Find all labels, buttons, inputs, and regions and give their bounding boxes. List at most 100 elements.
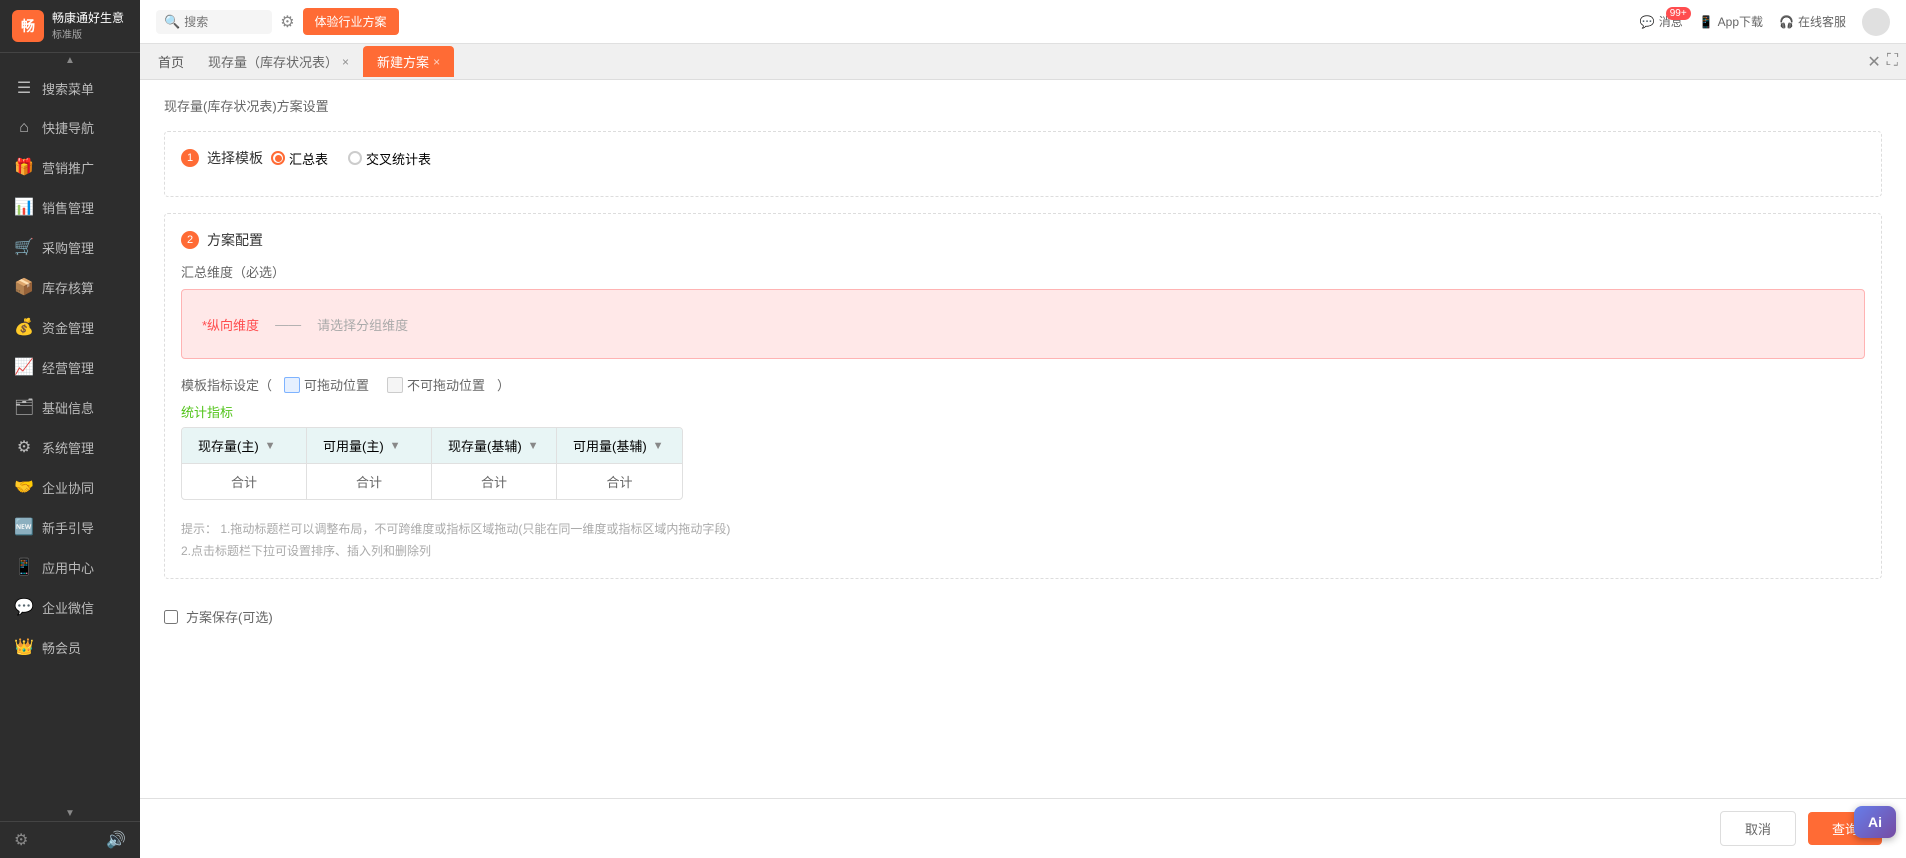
apps-icon: 📱 xyxy=(14,557,34,577)
stats-col-2[interactable]: 现存量(基辅) ▼ xyxy=(432,428,557,463)
sidebar-item-inventory[interactable]: 📦 库存核算 xyxy=(0,267,140,307)
tabbar-actions: ✕ ⛶ xyxy=(1867,52,1898,72)
tab-new-scheme-close-icon[interactable]: × xyxy=(433,55,440,69)
chevron-down-icon-0[interactable]: ▼ xyxy=(265,440,276,452)
tab-home[interactable]: 首页 xyxy=(148,46,194,77)
tab-inventory-close-icon[interactable]: × xyxy=(342,55,349,69)
gear-icon[interactable]: ⚙ xyxy=(280,12,294,32)
indicator-fixed-label: 不可拖动位置 xyxy=(407,375,485,394)
settings-icon[interactable]: ⚙ xyxy=(14,830,28,850)
online-service-area[interactable]: 🎧 在线客服 xyxy=(1779,13,1846,30)
tab-inventory-status[interactable]: 现存量（库存状况表） × xyxy=(194,46,363,77)
tab-maximize-icon[interactable]: ⛶ xyxy=(1887,52,1898,72)
service-icon: 🎧 xyxy=(1779,15,1794,29)
finance-icon: 💰 xyxy=(14,317,34,337)
dimension-placeholder: 请选择分组维度 xyxy=(317,315,408,334)
chevron-down-icon-2[interactable]: ▼ xyxy=(528,440,539,452)
tip-line-1: 2.点击标题栏下拉可设置排序、插入列和删除列 xyxy=(181,541,1865,563)
sidebar-item-marketing[interactable]: 🎁 营销推广 xyxy=(0,147,140,187)
radio-summary[interactable]: 汇总表 xyxy=(271,149,328,168)
sales-icon: 📊 xyxy=(14,197,34,217)
sidebar-nav: ☰ 搜索菜单 ⌂ 快捷导航 🎁 营销推广 📊 销售管理 🛒 采购管理 📦 库存核… xyxy=(0,68,140,806)
save-label: 方案保存(可选) xyxy=(186,607,273,626)
save-row: 方案保存(可选) xyxy=(164,595,1882,638)
section-config: 2 方案配置 汇总维度（必选） *纵向维度 —— 请选择分组维度 模板指标设定（ xyxy=(164,213,1882,579)
stats-col-3[interactable]: 可用量(基辅) ▼ xyxy=(557,428,682,463)
tab-close-all-icon[interactable]: ✕ xyxy=(1867,52,1880,72)
section2-title: 方案配置 xyxy=(207,230,263,250)
ai-float-button[interactable]: Ai xyxy=(1854,806,1896,838)
radio-cross-label: 交叉统计表 xyxy=(366,149,431,168)
sidebar-item-apps[interactable]: 📱 应用中心 xyxy=(0,547,140,587)
sidebar-scroll-down[interactable]: ▼ xyxy=(0,806,140,821)
search-input[interactable] xyxy=(184,15,264,29)
online-service-label: 在线客服 xyxy=(1798,13,1846,30)
system-icon: ⚙ xyxy=(14,437,34,457)
app-title: 畅康通好生意 xyxy=(52,11,124,27)
tabbar: 首页 现存量（库存状况表） × 新建方案 × ✕ ⛶ xyxy=(140,44,1906,80)
radio-summary-circle xyxy=(271,151,285,165)
tab-new-scheme[interactable]: 新建方案 × xyxy=(363,46,454,77)
wechat-icon: 💬 xyxy=(14,597,34,617)
app-subtitle: 标准版 xyxy=(52,26,124,41)
footer: 取消 查询 xyxy=(140,798,1906,858)
search-box[interactable]: 🔍 xyxy=(156,10,272,34)
sidebar-item-purchase[interactable]: 🛒 采购管理 xyxy=(0,227,140,267)
speaker-icon[interactable]: 🔊 xyxy=(106,830,126,850)
radio-cross[interactable]: 交叉统计表 xyxy=(348,149,431,168)
sidebar-item-cooperation[interactable]: 🤝 企业协同 xyxy=(0,467,140,507)
stats-col-2-label: 现存量(基辅) xyxy=(448,436,522,455)
indicator-settings: 模板指标设定（ 可拖动位置 不可拖动位置 ） xyxy=(181,375,1865,394)
sidebar-item-label: 快捷导航 xyxy=(42,118,94,137)
chevron-down-icon-1[interactable]: ▼ xyxy=(390,440,401,452)
avatar[interactable] xyxy=(1862,8,1890,36)
sidebar-item-guide[interactable]: 🆕 新手引导 xyxy=(0,507,140,547)
radio-summary-label: 汇总表 xyxy=(289,149,328,168)
marketing-icon: 🎁 xyxy=(14,157,34,177)
summary-dim-label: 汇总维度（必选） xyxy=(181,262,1865,281)
tip-line-0: 提示： 1.拖动标题栏可以调整布局，不可跨维度或指标区域拖动(只能在同一维度或指… xyxy=(181,519,1865,541)
purchase-icon: 🛒 xyxy=(14,237,34,257)
operations-icon: 📈 xyxy=(14,357,34,377)
content-area: 现存量(库存状况表)方案设置 1 选择模板 汇总表 交叉统计表 xyxy=(140,80,1906,798)
sidebar-item-sales[interactable]: 📊 销售管理 xyxy=(0,187,140,227)
chevron-down-icon-3[interactable]: ▼ xyxy=(653,440,664,452)
quick-nav-icon: ⌂ xyxy=(14,119,34,137)
stats-col-1[interactable]: 可用量(主) ▼ xyxy=(307,428,432,463)
topbar-left: 🔍 ⚙ 体验行业方案 xyxy=(156,8,399,35)
sidebar-item-finance[interactable]: 💰 资金管理 xyxy=(0,307,140,347)
page-title: 现存量(库存状况表)方案设置 xyxy=(164,96,1882,115)
tab-new-scheme-label: 新建方案 xyxy=(377,52,429,71)
dimension-area[interactable]: *纵向维度 —— 请选择分组维度 xyxy=(181,289,1865,359)
sidebar-item-wechat[interactable]: 💬 企业微信 xyxy=(0,587,140,627)
cancel-button[interactable]: 取消 xyxy=(1720,811,1796,846)
message-badge-area[interactable]: 💬 消息 99+ xyxy=(1640,13,1683,30)
ai-label: Ai xyxy=(1868,814,1882,830)
section1-num: 1 xyxy=(181,149,199,167)
sidebar-item-search-menu[interactable]: ☰ 搜索菜单 xyxy=(0,68,140,108)
sidebar-item-label: 应用中心 xyxy=(42,558,94,577)
sidebar-item-basic-info[interactable]: 🗂 基础信息 xyxy=(0,387,140,427)
sidebar-item-label: 企业微信 xyxy=(42,598,94,617)
app-download-area[interactable]: 📱 App下载 xyxy=(1699,13,1763,30)
sidebar: 畅 畅康通好生意 标准版 ▲ ☰ 搜索菜单 ⌂ 快捷导航 🎁 营销推广 📊 销售… xyxy=(0,0,140,858)
save-checkbox[interactable] xyxy=(164,610,178,624)
stats-col-0[interactable]: 现存量(主) ▼ xyxy=(182,428,307,463)
tips-area: 提示： 1.拖动标题栏可以调整布局，不可跨维度或指标区域拖动(只能在同一维度或指… xyxy=(181,519,1865,562)
sidebar-item-system[interactable]: ⚙ 系统管理 xyxy=(0,427,140,467)
fixed-badge-icon xyxy=(387,377,403,393)
guide-icon: 🆕 xyxy=(14,517,34,537)
sidebar-item-label: 资金管理 xyxy=(42,318,94,337)
sidebar-scroll-up[interactable]: ▲ xyxy=(0,53,140,68)
topbar: 🔍 ⚙ 体验行业方案 💬 消息 99+ 📱 App下载 🎧 在线客服 xyxy=(140,0,1906,44)
sidebar-item-operations[interactable]: 📈 经营管理 xyxy=(0,347,140,387)
sidebar-item-vip[interactable]: 👑 畅会员 xyxy=(0,627,140,667)
trial-btn[interactable]: 体验行业方案 xyxy=(303,8,399,35)
app-download-label: App下载 xyxy=(1718,13,1763,30)
section2-num: 2 xyxy=(181,231,199,249)
sidebar-item-label: 畅会员 xyxy=(42,638,81,657)
sidebar-item-label: 营销推广 xyxy=(42,158,94,177)
sidebar-item-quick-nav[interactable]: ⌂ 快捷导航 xyxy=(0,108,140,147)
template-radio-group: 汇总表 交叉统计表 xyxy=(271,149,431,168)
basic-info-icon: 🗂 xyxy=(14,397,34,417)
